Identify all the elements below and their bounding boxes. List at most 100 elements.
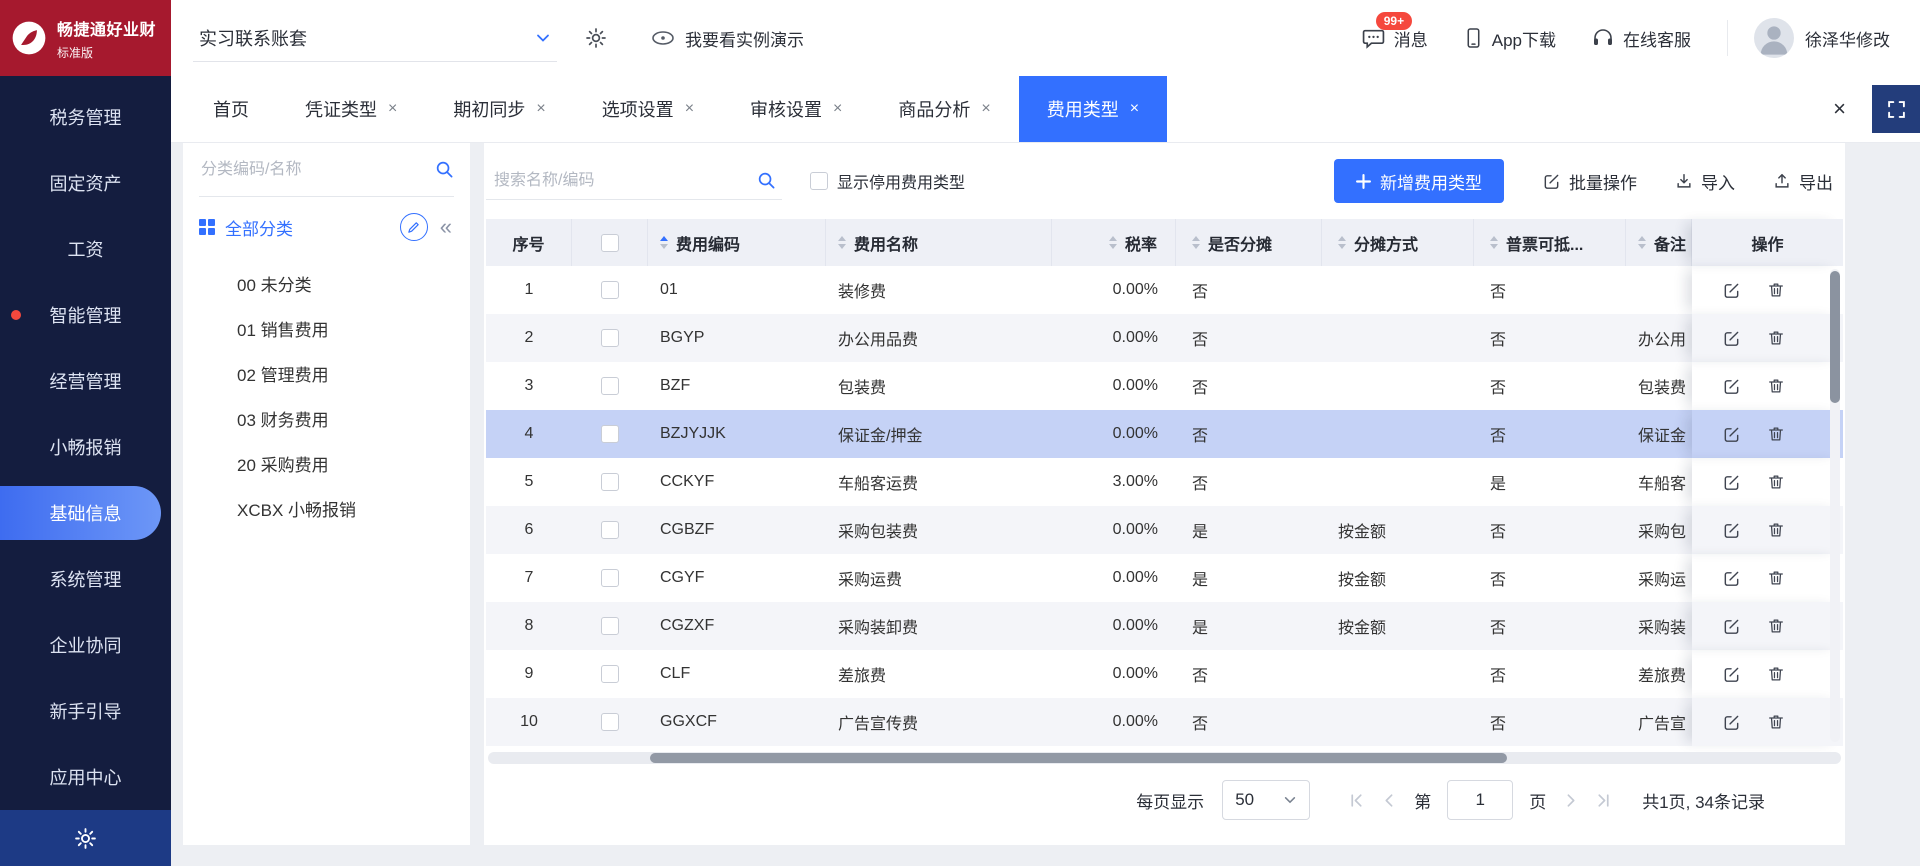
sidebar-item[interactable]: 小畅报销 — [0, 414, 171, 480]
edit-icon[interactable] — [1722, 377, 1741, 396]
tab-close-icon[interactable]: × — [388, 100, 397, 118]
row-checkbox[interactable] — [601, 377, 619, 395]
delete-icon[interactable] — [1767, 713, 1785, 731]
tab[interactable]: 费用类型 × — [1018, 76, 1168, 142]
table-row[interactable]: 3 BZF 包装费 0.00% 否 否 包装费 — [486, 362, 1843, 410]
sidebar-item[interactable]: 智能管理 — [0, 282, 171, 348]
category-root[interactable]: 全部分类 « — [199, 197, 454, 257]
category-search-input[interactable] — [199, 159, 435, 180]
delete-icon[interactable] — [1767, 377, 1785, 395]
sidebar-item[interactable]: 应用中心 — [0, 744, 171, 810]
online-service-button[interactable]: 在线客服 — [1592, 26, 1691, 51]
sidebar-item[interactable]: 税务管理 — [0, 84, 171, 150]
show-disabled-toggle[interactable]: 显示停用费用类型 — [810, 169, 965, 193]
col-rate[interactable]: 税率 — [1052, 219, 1176, 266]
tab[interactable]: 审核设置 × — [722, 76, 870, 142]
sort-icon[interactable] — [1490, 236, 1498, 249]
sidebar-settings-button[interactable] — [0, 810, 171, 866]
row-checkbox[interactable] — [601, 329, 619, 347]
export-button[interactable]: 导出 — [1773, 169, 1833, 194]
sidebar-item[interactable]: 新手引导 — [0, 678, 171, 744]
edit-category-icon[interactable] — [399, 213, 428, 241]
edit-icon[interactable] — [1722, 473, 1741, 492]
sidebar-item[interactable]: 企业协同 — [0, 612, 171, 678]
prev-page-button[interactable] — [1381, 792, 1398, 809]
delete-icon[interactable] — [1767, 521, 1785, 539]
collapse-panel-icon[interactable]: « — [438, 216, 454, 238]
tab-close-icon[interactable]: × — [685, 100, 694, 118]
tab-close-icon[interactable]: × — [981, 100, 990, 118]
category-item[interactable]: 01 销售费用 — [237, 306, 454, 351]
delete-icon[interactable] — [1767, 665, 1785, 683]
tab[interactable]: 首页 × — [185, 76, 277, 142]
table-row[interactable]: 5 CCKYF 车船客运费 3.00% 否 是 车船客 — [486, 458, 1843, 506]
category-item[interactable]: 00 未分类 — [237, 261, 454, 306]
table-row[interactable]: 10 GGXCF 广告宣传费 0.00% 否 否 广告宣 — [486, 698, 1843, 746]
table-row[interactable]: 6 CGBZF 采购包装费 0.00% 是 按金额 否 采购包 — [486, 506, 1843, 554]
fullscreen-icon[interactable] — [1872, 85, 1920, 133]
first-page-button[interactable] — [1348, 792, 1365, 809]
col-code[interactable]: 费用编码 — [648, 219, 826, 266]
category-item[interactable]: 03 财务费用 — [237, 396, 454, 441]
edit-icon[interactable] — [1722, 617, 1741, 636]
sort-icon[interactable] — [838, 236, 846, 249]
settings-gear-icon[interactable] — [585, 27, 607, 49]
category-item[interactable]: 20 采购费用 — [237, 441, 454, 486]
table-row[interactable]: 8 CGZXF 采购装卸费 0.00% 是 按金额 否 采购装 — [486, 602, 1843, 650]
delete-icon[interactable] — [1767, 569, 1785, 587]
horizontal-scrollbar[interactable] — [488, 752, 1841, 764]
tab[interactable]: 期初同步 × — [425, 76, 573, 142]
last-page-button[interactable] — [1595, 792, 1612, 809]
delete-icon[interactable] — [1767, 473, 1785, 491]
sort-icon[interactable] — [1638, 236, 1646, 249]
horizontal-scrollbar-thumb[interactable] — [650, 753, 1507, 763]
table-row[interactable]: 1 01 装修费 0.00% 否 否 — [486, 266, 1843, 314]
col-note[interactable]: 备注 — [1626, 219, 1692, 266]
edit-icon[interactable] — [1722, 665, 1741, 684]
row-checkbox[interactable] — [601, 713, 619, 731]
tab-close-icon[interactable]: × — [833, 100, 842, 118]
col-share[interactable]: 是否分摊 — [1176, 219, 1322, 266]
messages-button[interactable]: 99+ 消息 — [1362, 11, 1428, 51]
vertical-scrollbar[interactable] — [1830, 269, 1840, 742]
row-checkbox[interactable] — [601, 281, 619, 299]
import-button[interactable]: 导入 — [1675, 169, 1735, 194]
row-checkbox[interactable] — [601, 473, 619, 491]
delete-icon[interactable] — [1767, 329, 1785, 347]
search-icon[interactable] — [757, 171, 776, 190]
table-row[interactable]: 7 CGYF 采购运费 0.00% 是 按金额 否 采购运 — [486, 554, 1843, 602]
fee-search-input[interactable] — [492, 170, 757, 191]
sort-icon[interactable] — [1108, 236, 1117, 249]
next-page-button[interactable] — [1562, 792, 1579, 809]
sidebar-item[interactable]: 系统管理 — [0, 546, 171, 612]
sidebar-item[interactable]: 固定资产 — [0, 150, 171, 216]
search-icon[interactable] — [435, 160, 454, 179]
row-checkbox[interactable] — [601, 425, 619, 443]
row-checkbox[interactable] — [601, 665, 619, 683]
tab-close-icon[interactable]: × — [536, 100, 545, 118]
vertical-scrollbar-thumb[interactable] — [1830, 271, 1840, 403]
per-page-select[interactable]: 50 — [1222, 780, 1311, 820]
delete-icon[interactable] — [1767, 425, 1785, 443]
batch-actions-button[interactable]: 批量操作 — [1542, 169, 1637, 194]
table-row[interactable]: 2 BGYP 办公用品费 0.00% 否 否 办公用 — [486, 314, 1843, 362]
sort-icon[interactable] — [660, 236, 668, 249]
sort-icon[interactable] — [1192, 236, 1200, 249]
sidebar-item[interactable]: 经营管理 — [0, 348, 171, 414]
edit-icon[interactable] — [1722, 425, 1741, 444]
account-set-dropdown[interactable]: 实习联系账套 — [193, 15, 557, 62]
sort-icon[interactable] — [1338, 236, 1346, 249]
row-checkbox[interactable] — [601, 569, 619, 587]
tab[interactable]: 凭证类型 × — [277, 76, 425, 142]
col-method[interactable]: 分摊方式 — [1322, 219, 1474, 266]
demo-link[interactable]: 我要看实例演示 — [651, 26, 804, 51]
edit-icon[interactable] — [1722, 329, 1741, 348]
row-checkbox[interactable] — [601, 521, 619, 539]
col-deductible[interactable]: 普票可抵... — [1474, 219, 1626, 266]
table-row[interactable]: 9 CLF 差旅费 0.00% 否 否 差旅费 — [486, 650, 1843, 698]
col-name[interactable]: 费用名称 — [826, 219, 1052, 266]
delete-icon[interactable] — [1767, 617, 1785, 635]
delete-icon[interactable] — [1767, 281, 1785, 299]
edit-icon[interactable] — [1722, 569, 1741, 588]
tab-close-icon[interactable]: × — [1130, 100, 1139, 118]
